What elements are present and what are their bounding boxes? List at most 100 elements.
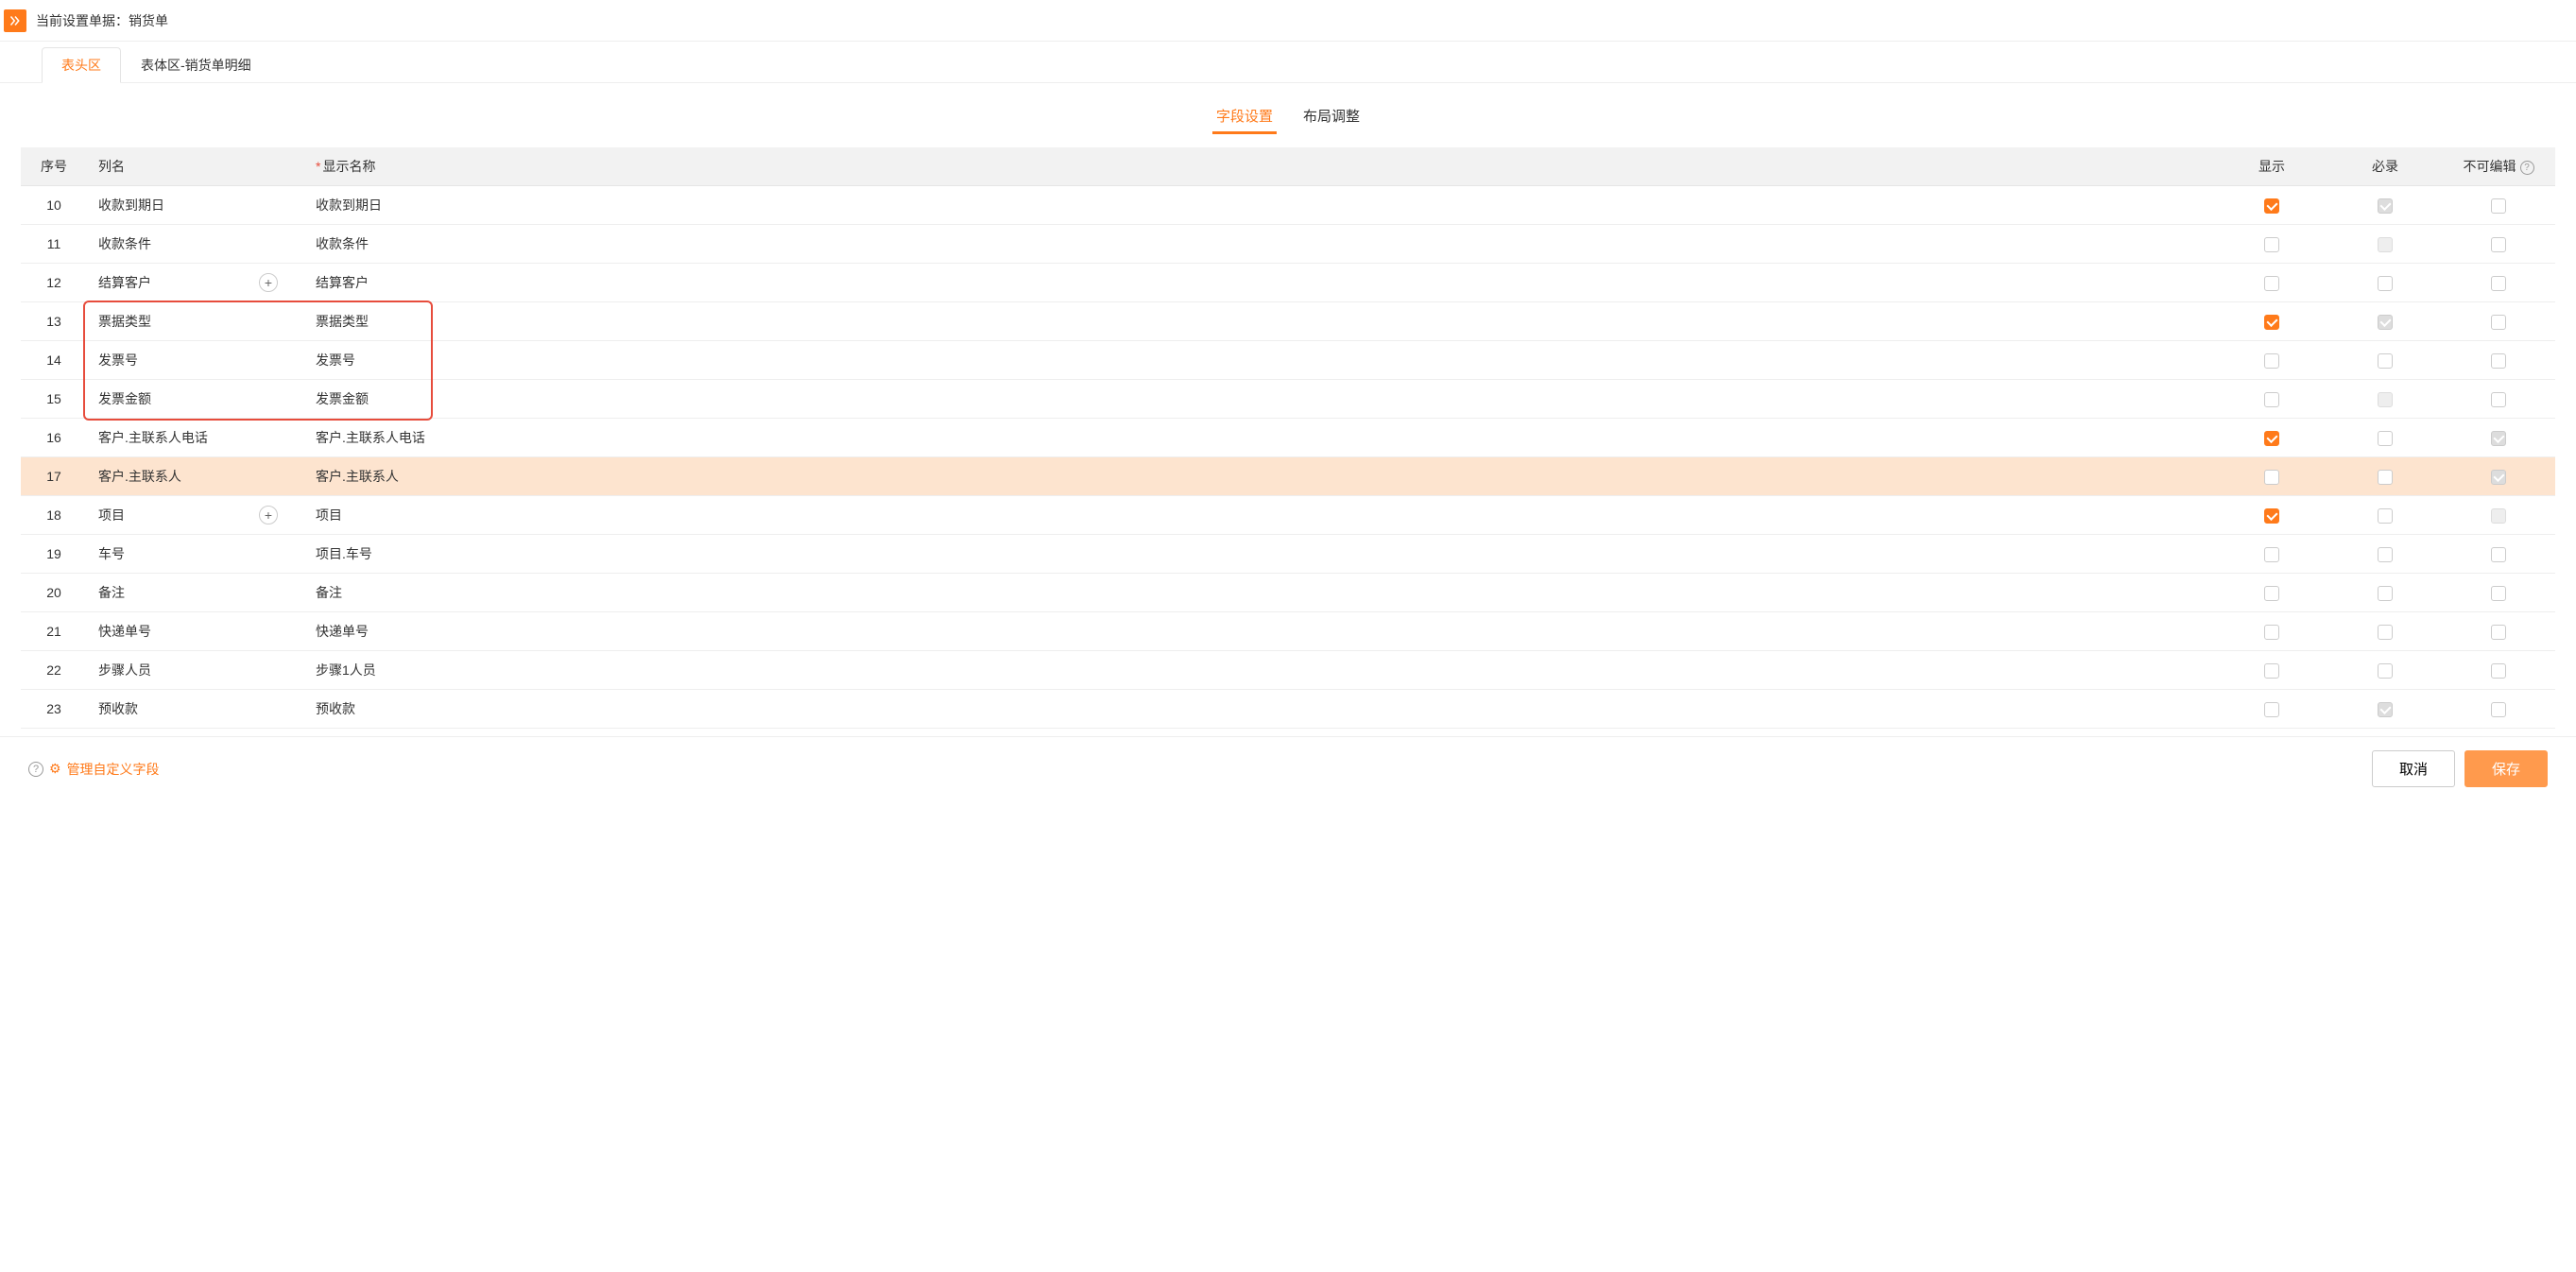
- checkbox-required[interactable]: [2378, 508, 2393, 524]
- row-display-name[interactable]: 项目.车号: [304, 535, 2215, 574]
- col-readonly-header: 不可编辑?: [2442, 147, 2555, 186]
- checkbox-required: [2378, 702, 2393, 717]
- col-display-header: *显示名称: [304, 147, 2215, 186]
- checkbox-required: [2378, 198, 2393, 214]
- cancel-button[interactable]: 取消: [2372, 750, 2455, 787]
- checkbox-readonly[interactable]: [2491, 392, 2506, 407]
- checkbox-readonly[interactable]: [2491, 625, 2506, 640]
- row-col-name: 客户.主联系人: [87, 457, 304, 496]
- row-display-name[interactable]: 快递单号: [304, 612, 2215, 651]
- checkbox-readonly[interactable]: [2491, 547, 2506, 562]
- sub-tab-1[interactable]: 布局调整: [1299, 100, 1364, 134]
- row-display-name[interactable]: 预收款: [304, 690, 2215, 729]
- col-name-header: 列名: [87, 147, 304, 186]
- expand-plus-button[interactable]: +: [259, 506, 278, 524]
- checkbox-readonly[interactable]: [2491, 237, 2506, 252]
- save-button[interactable]: 保存: [2464, 750, 2548, 787]
- row-col-name: 步骤人员: [87, 651, 304, 690]
- sub-tab-0[interactable]: 字段设置: [1212, 100, 1277, 134]
- row-col-name: 票据类型: [87, 302, 304, 341]
- expand-plus-button[interactable]: +: [259, 273, 278, 292]
- table-row: 16客户.主联系人电话客户.主联系人电话: [21, 419, 2555, 457]
- field-settings-table: 序号 列名 *显示名称 显示 必录 不可编辑? 10收款到期日收款到期日11收款…: [21, 147, 2555, 729]
- help-icon[interactable]: ?: [2520, 161, 2534, 175]
- row-seq: 13: [21, 302, 87, 341]
- row-col-name: 收款条件: [87, 225, 304, 264]
- row-seq: 12: [21, 264, 87, 302]
- checkbox-readonly[interactable]: [2491, 586, 2506, 601]
- table-row: 17客户.主联系人客户.主联系人: [21, 457, 2555, 496]
- table-row: 13票据类型票据类型: [21, 302, 2555, 341]
- row-col-name: 项目+: [87, 496, 304, 535]
- table-row: 22步骤人员步骤1人员: [21, 651, 2555, 690]
- checkbox-show[interactable]: [2264, 625, 2279, 640]
- row-display-name[interactable]: 客户.主联系人电话: [304, 419, 2215, 457]
- row-display-name[interactable]: 收款条件: [304, 225, 2215, 264]
- checkbox-show[interactable]: [2264, 470, 2279, 485]
- row-col-name: 发票号: [87, 341, 304, 380]
- row-display-name[interactable]: 项目: [304, 496, 2215, 535]
- row-seq: 10: [21, 186, 87, 225]
- checkbox-readonly[interactable]: [2491, 276, 2506, 291]
- checkbox-show[interactable]: [2264, 237, 2279, 252]
- row-display-name[interactable]: 收款到期日: [304, 186, 2215, 225]
- row-col-name: 客户.主联系人电话: [87, 419, 304, 457]
- col-required-header: 必录: [2328, 147, 2442, 186]
- row-display-name[interactable]: 备注: [304, 574, 2215, 612]
- checkbox-show[interactable]: [2264, 508, 2279, 524]
- checkbox-readonly[interactable]: [2491, 198, 2506, 214]
- checkbox-required[interactable]: [2378, 663, 2393, 679]
- page-title: 当前设置单据：销货单: [36, 11, 168, 30]
- row-col-name: 备注: [87, 574, 304, 612]
- gear-icon: ⚙: [49, 761, 61, 777]
- row-col-name: 结算客户+: [87, 264, 304, 302]
- table-row: 15发票金额发票金额: [21, 380, 2555, 419]
- row-display-name[interactable]: 步骤1人员: [304, 651, 2215, 690]
- table-row: 10收款到期日收款到期日: [21, 186, 2555, 225]
- row-col-name: 收款到期日: [87, 186, 304, 225]
- row-seq: 15: [21, 380, 87, 419]
- checkbox-required[interactable]: [2378, 276, 2393, 291]
- checkbox-readonly: [2491, 508, 2506, 524]
- sub-tabs: 字段设置布局调整: [0, 83, 2576, 134]
- checkbox-readonly[interactable]: [2491, 702, 2506, 717]
- checkbox-required[interactable]: [2378, 625, 2393, 640]
- checkbox-required[interactable]: [2378, 586, 2393, 601]
- checkbox-show[interactable]: [2264, 392, 2279, 407]
- checkbox-show[interactable]: [2264, 276, 2279, 291]
- checkbox-show[interactable]: [2264, 702, 2279, 717]
- row-seq: 16: [21, 419, 87, 457]
- row-col-name: 发票金额: [87, 380, 304, 419]
- row-display-name[interactable]: 结算客户: [304, 264, 2215, 302]
- collapse-sidebar-button[interactable]: [4, 9, 26, 32]
- checkbox-show[interactable]: [2264, 547, 2279, 562]
- row-display-name[interactable]: 客户.主联系人: [304, 457, 2215, 496]
- checkbox-readonly[interactable]: [2491, 315, 2506, 330]
- checkbox-readonly: [2491, 470, 2506, 485]
- row-seq: 23: [21, 690, 87, 729]
- row-col-name: 快递单号: [87, 612, 304, 651]
- row-seq: 17: [21, 457, 87, 496]
- checkbox-required[interactable]: [2378, 353, 2393, 369]
- checkbox-show[interactable]: [2264, 431, 2279, 446]
- row-seq: 20: [21, 574, 87, 612]
- checkbox-show[interactable]: [2264, 315, 2279, 330]
- checkbox-required[interactable]: [2378, 470, 2393, 485]
- row-display-name[interactable]: 票据类型: [304, 302, 2215, 341]
- table-row: 14发票号发票号: [21, 341, 2555, 380]
- checkbox-show[interactable]: [2264, 198, 2279, 214]
- checkbox-required[interactable]: [2378, 431, 2393, 446]
- row-display-name[interactable]: 发票号: [304, 341, 2215, 380]
- table-row: 20备注备注: [21, 574, 2555, 612]
- help-icon[interactable]: ?: [28, 762, 43, 777]
- section-tab-0[interactable]: 表头区: [42, 47, 121, 83]
- section-tab-1[interactable]: 表体区-销货单明细: [121, 47, 271, 82]
- checkbox-show[interactable]: [2264, 663, 2279, 679]
- manage-custom-fields-link[interactable]: ? ⚙ 管理自定义字段: [28, 760, 160, 779]
- row-display-name[interactable]: 发票金额: [304, 380, 2215, 419]
- checkbox-readonly[interactable]: [2491, 353, 2506, 369]
- checkbox-show[interactable]: [2264, 586, 2279, 601]
- checkbox-show[interactable]: [2264, 353, 2279, 369]
- checkbox-readonly[interactable]: [2491, 663, 2506, 679]
- checkbox-required[interactable]: [2378, 547, 2393, 562]
